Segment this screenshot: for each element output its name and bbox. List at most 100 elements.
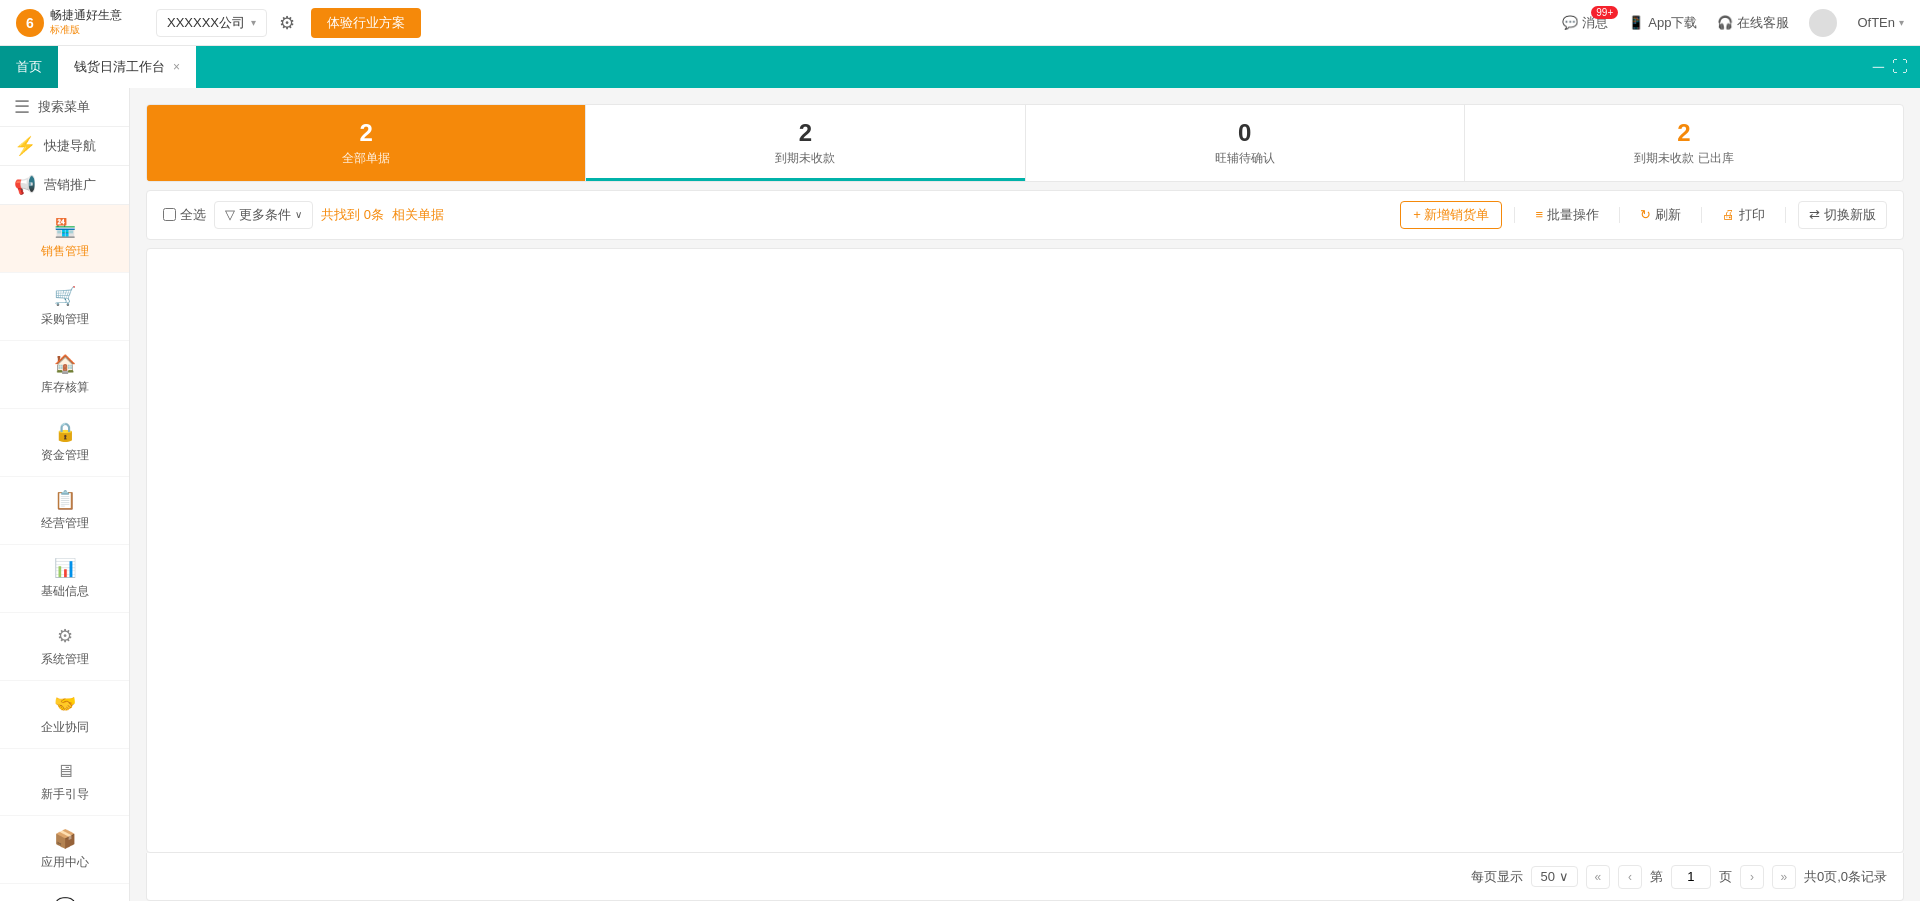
minimize-window-icon[interactable]: ─ xyxy=(1873,58,1884,76)
chevron-down-icon: ▾ xyxy=(251,17,256,28)
main-layout: ☰ 搜索菜单 ⚡ 快捷导航 📢 营销推广 🏪 销售管理 🛒 采购管理 🏠 库存核… xyxy=(0,88,1920,901)
toolbar-left: 全选 ▽ 更多条件 ∨ 共找到 0条 相关单据 xyxy=(163,201,1388,229)
inventory-icon: 🏠 xyxy=(54,353,76,375)
basic-icon: 📊 xyxy=(54,557,76,579)
page-first-button[interactable]: « xyxy=(1586,865,1610,889)
batch-ops-button[interactable]: ≡ 批量操作 xyxy=(1527,202,1607,228)
sidebar-item-system[interactable]: ⚙ 系统管理 xyxy=(0,613,129,681)
select-all-checkbox[interactable] xyxy=(163,208,176,221)
sidebar-item-finance[interactable]: 🔒 资金管理 xyxy=(0,409,129,477)
sidebar-item-operations[interactable]: 📋 经营管理 xyxy=(0,477,129,545)
message-button[interactable]: 💬 消息 99+ xyxy=(1562,14,1608,32)
stats-cards: 2 全部单据 2 到期未收款 0 旺辅待确认 2 到期未收款 已出库 xyxy=(146,104,1904,182)
stat-pending-confirm[interactable]: 0 旺辅待确认 xyxy=(1026,105,1465,181)
sidebar-item-sales[interactable]: 🏪 销售管理 xyxy=(0,205,129,273)
message-icon: 💬 xyxy=(1562,15,1578,30)
search-label: 搜索菜单 xyxy=(38,98,90,116)
app-download-button[interactable]: 📱 App下载 xyxy=(1628,14,1697,32)
company-selector[interactable]: XXXXXX公司 ▾ xyxy=(156,9,267,37)
refresh-icon: ↻ xyxy=(1640,207,1651,222)
quicknav-icon: ⚡ xyxy=(14,135,36,157)
stat-overdue-unpaid[interactable]: 2 到期未收款 xyxy=(586,105,1025,181)
filter-icon: ▽ xyxy=(225,207,235,222)
pending-confirm-label: 旺辅待确认 xyxy=(1046,150,1444,167)
purchase-label: 采购管理 xyxy=(41,311,89,328)
appcenter-label: 应用中心 xyxy=(41,854,89,871)
stat-all-orders[interactable]: 2 全部单据 xyxy=(147,105,586,181)
enterprise-label: 企业协同 xyxy=(41,719,89,736)
sidebar-item-basic[interactable]: 📊 基础信息 xyxy=(0,545,129,613)
sidebar-item-marketing[interactable]: 📢 营销推广 xyxy=(0,166,129,205)
per-page-label: 每页显示 xyxy=(1471,868,1523,886)
wechat-icon: 💬 xyxy=(54,896,76,901)
enterprise-icon: 🤝 xyxy=(54,693,76,715)
purchase-icon: 🛒 xyxy=(54,285,76,307)
sidebar-item-search[interactable]: ☰ 搜索菜单 xyxy=(0,88,129,127)
download-icon: 📱 xyxy=(1628,15,1644,30)
guide-icon: 🖥 xyxy=(56,761,74,782)
print-button[interactable]: 🖨 打印 xyxy=(1714,202,1773,228)
more-filter-button[interactable]: ▽ 更多条件 ∨ xyxy=(214,201,313,229)
page-number-input[interactable] xyxy=(1671,865,1711,889)
sidebar-item-inventory[interactable]: 🏠 库存核算 xyxy=(0,341,129,409)
tab-home[interactable]: 首页 xyxy=(0,46,58,88)
online-service-button[interactable]: 🎧 在线客服 xyxy=(1717,14,1789,32)
switch-icon: ⇄ xyxy=(1809,207,1820,222)
divider-2 xyxy=(1619,207,1620,223)
content-area: 2 全部单据 2 到期未收款 0 旺辅待确认 2 到期未收款 已出库 xyxy=(130,88,1920,901)
username-area[interactable]: OfTEn ▾ xyxy=(1857,15,1904,30)
switch-version-button[interactable]: ⇄ 切换新版 xyxy=(1798,201,1887,229)
page-next-button[interactable]: › xyxy=(1740,865,1764,889)
tab-actions: ─ ⛶ xyxy=(1861,46,1920,88)
finance-label: 资金管理 xyxy=(41,447,89,464)
sidebar-item-enterprise[interactable]: 🤝 企业协同 xyxy=(0,681,129,749)
close-tab-icon[interactable]: × xyxy=(173,60,180,74)
overdue-unpaid-number: 2 xyxy=(606,119,1004,148)
username-label: OfTEn xyxy=(1857,15,1895,30)
toolbar: 全选 ▽ 更多条件 ∨ 共找到 0条 相关单据 + 新增销货单 ≡ 批量操作 xyxy=(146,190,1904,240)
per-page-chevron-icon: ∨ xyxy=(1559,869,1569,884)
avatar[interactable] xyxy=(1809,9,1837,37)
per-page-select[interactable]: 50 ∨ xyxy=(1531,866,1577,887)
settings-button[interactable]: ⚙ xyxy=(275,8,299,38)
overdue-not-shipped-label: 到期未收款 已出库 xyxy=(1485,150,1883,167)
basic-label: 基础信息 xyxy=(41,583,89,600)
nav-tabs: 首页 钱货日清工作台 × ─ ⛶ xyxy=(0,46,1920,88)
tab-cash-flow-workbench[interactable]: 钱货日清工作台 × xyxy=(58,46,196,88)
divider-3 xyxy=(1701,207,1702,223)
stat-overdue-not-shipped[interactable]: 2 到期未收款 已出库 xyxy=(1465,105,1903,181)
marketing-label: 营销推广 xyxy=(44,176,96,194)
page-prev-button[interactable]: ‹ xyxy=(1618,865,1642,889)
filter-label: 更多条件 xyxy=(239,206,291,224)
sidebar-item-guide[interactable]: 🖥 新手引导 xyxy=(0,749,129,816)
message-badge: 99+ xyxy=(1591,6,1618,19)
related-orders-link[interactable]: 相关单据 xyxy=(392,206,444,224)
active-tab-label: 钱货日清工作台 xyxy=(74,58,165,76)
service-icon: 🎧 xyxy=(1717,15,1733,30)
finance-icon: 🔒 xyxy=(54,421,76,443)
per-page-value: 50 xyxy=(1540,869,1554,884)
found-text: 共找到 0条 xyxy=(321,206,384,224)
divider-1 xyxy=(1514,207,1515,223)
toolbar-right: + 新增销货单 ≡ 批量操作 ↻ 刷新 🖨 打印 ⇄ xyxy=(1400,201,1887,229)
print-icon: 🖨 xyxy=(1722,207,1735,222)
sidebar-item-purchase[interactable]: 🛒 采购管理 xyxy=(0,273,129,341)
table-area xyxy=(146,248,1904,853)
experience-button[interactable]: 体验行业方案 xyxy=(311,8,421,38)
select-all-label[interactable]: 全选 xyxy=(163,206,206,224)
refresh-button[interactable]: ↻ 刷新 xyxy=(1632,202,1689,228)
system-label: 系统管理 xyxy=(41,651,89,668)
overdue-unpaid-label: 到期未收款 xyxy=(606,150,1004,167)
page-last-button[interactable]: » xyxy=(1772,865,1796,889)
sidebar-item-wechat[interactable]: 💬 企业微信 xyxy=(0,884,129,901)
sidebar-item-quicknav[interactable]: ⚡ 快捷导航 xyxy=(0,127,129,166)
maximize-window-icon[interactable]: ⛶ xyxy=(1892,58,1908,76)
add-sales-button[interactable]: + 新增销货单 xyxy=(1400,201,1502,229)
operations-icon: 📋 xyxy=(54,489,76,511)
page-prefix: 第 xyxy=(1650,868,1663,886)
all-orders-label: 全部单据 xyxy=(167,150,565,167)
guide-label: 新手引导 xyxy=(41,786,89,803)
app-name: 畅捷通好生意 xyxy=(50,8,122,24)
sidebar-item-appcenter[interactable]: 📦 应用中心 xyxy=(0,816,129,884)
all-orders-number: 2 xyxy=(167,119,565,148)
